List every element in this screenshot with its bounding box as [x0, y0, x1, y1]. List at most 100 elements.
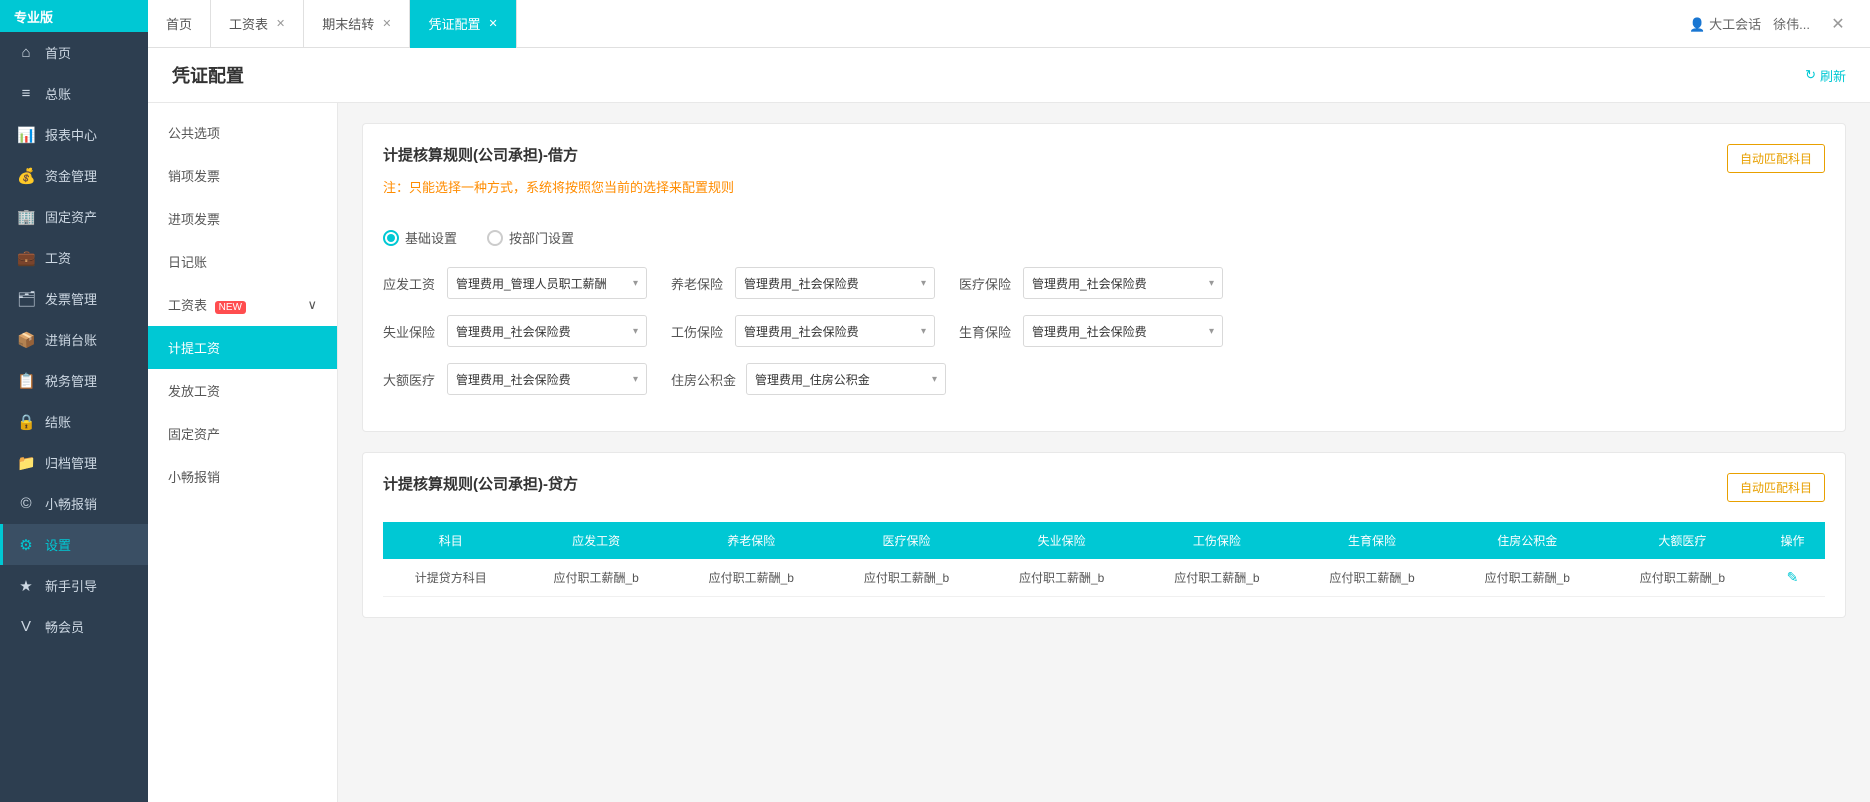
table-row: 计提贷方科目 应付职工薪酬_b 应付职工薪酬_b 应付职工薪酬_b 应付职工薪酬… [383, 559, 1825, 597]
tab-home[interactable]: 首页 [148, 0, 211, 48]
label-pension: 养老保险 [671, 274, 725, 293]
sidebar-item-settings[interactable]: ⚙ 设置 [0, 524, 148, 565]
sidebar-item-fixed-assets[interactable]: 🏢 固定资产 [0, 196, 148, 237]
select-housing-arrow: ▾ [932, 374, 937, 385]
cell-medical: 应付职工薪酬_b [829, 559, 984, 597]
sidebar-item-archive[interactable]: 📁 归档管理 [0, 442, 148, 483]
select-medical-value: 管理费用_社会保险费 [1032, 275, 1147, 292]
left-nav-item-fixed-assets-nav[interactable]: 固定资产 [148, 412, 337, 455]
left-nav-item-journal[interactable]: 日记账 [148, 240, 337, 283]
select-injury[interactable]: 管理费用_社会保险费 ▾ [735, 315, 935, 347]
select-large-medical[interactable]: 管理费用_社会保险费 ▾ [447, 363, 647, 395]
radio-by-dept-label: 按部门设置 [509, 228, 574, 247]
tab-period-closing-label: 期末结转 [322, 14, 374, 33]
left-nav-item-pay-salary[interactable]: 发放工资 [148, 369, 337, 412]
sidebar-item-guide[interactable]: ★ 新手引导 [0, 565, 148, 606]
sidebar-item-invoice-mgmt[interactable]: 🗂 发票管理 [0, 278, 148, 319]
refresh-button[interactable]: ↻ 刷新 [1805, 66, 1846, 85]
cell-action[interactable]: ✎ [1760, 559, 1825, 597]
label-unemployment: 失业保险 [383, 322, 437, 341]
sidebar-header: 专业版 [0, 0, 148, 32]
debit-section-title-area: 计提核算规则(公司承担)-借方 注：只能选择一种方式，系统将按照您当前的选择来配… [383, 144, 734, 212]
table-header-row: 科目 应发工资 养老保险 医疗保险 失业保险 工伤保险 生育保险 住房公积金 大… [383, 522, 1825, 559]
left-nav-item-salary-table[interactable]: 工资表 NEW ∨ [148, 283, 337, 326]
field-unemployment: 失业保险 管理费用_社会保险费 ▾ [383, 315, 647, 347]
cell-large-medical: 应付职工薪酬_b [1605, 559, 1760, 597]
sidebar: 专业版 ⌂ 首页 ≡ 总账 📊 报表中心 💰 资金管理 🏢 固定资产 💼 工资 … [0, 0, 148, 802]
tab-voucher-config-close[interactable]: ✕ [489, 17, 498, 30]
left-nav-item-debit-invoice[interactable]: 进项发票 [148, 197, 337, 240]
left-nav: 公共选项 销项发票 进项发票 日记账 工资表 NEW ∨ [148, 103, 338, 802]
edition-label: 专业版 [14, 7, 53, 26]
sidebar-item-closing[interactable]: 🔒 结账 [0, 401, 148, 442]
debit-form-row-3: 大额医疗 管理费用_社会保险费 ▾ 住房公积金 管理费用_住房公积金 ▾ [383, 363, 1825, 395]
select-maternity[interactable]: 管理费用_社会保险费 ▾ [1023, 315, 1223, 347]
select-salary[interactable]: 管理费用_管理人员职工薪酬 ▾ [447, 267, 647, 299]
tab-period-closing-close[interactable]: ✕ [382, 17, 391, 30]
sidebar-item-report-center[interactable]: 📊 报表中心 [0, 114, 148, 155]
radio-basic-label: 基础设置 [405, 228, 457, 247]
select-housing[interactable]: 管理费用_住房公积金 ▾ [746, 363, 946, 395]
refresh-label: 刷新 [1820, 66, 1846, 85]
debit-section: 计提核算规则(公司承担)-借方 注：只能选择一种方式，系统将按照您当前的选择来配… [362, 123, 1846, 432]
select-pension[interactable]: 管理费用_社会保险费 ▾ [735, 267, 935, 299]
label-injury: 工伤保险 [671, 322, 725, 341]
sidebar-label-report-center: 报表中心 [45, 125, 97, 144]
home-icon: ⌂ [17, 44, 35, 61]
sidebar-label-home: 首页 [45, 43, 71, 62]
radio-by-dept[interactable]: 按部门设置 [487, 228, 574, 247]
left-nav-item-petty-cash[interactable]: 小畅报销 [148, 455, 337, 498]
new-badge: NEW [215, 301, 246, 314]
debit-auto-match-button[interactable]: 自动匹配科目 [1727, 144, 1825, 173]
sidebar-item-vip[interactable]: V 畅会员 [0, 606, 148, 647]
left-nav-item-accrual-salary[interactable]: 计提工资 [148, 326, 337, 369]
select-pension-arrow: ▾ [921, 278, 926, 289]
sidebar-item-home[interactable]: ⌂ 首页 [0, 32, 148, 73]
radio-basic[interactable]: 基础设置 [383, 228, 457, 247]
select-unemployment-arrow: ▾ [633, 326, 638, 337]
edit-icon[interactable]: ✎ [1787, 569, 1799, 585]
sidebar-item-tax-mgmt[interactable]: 📋 税务管理 [0, 360, 148, 401]
tab-salary-table[interactable]: 工资表 ✕ [211, 0, 304, 48]
sidebar-label-xiaochangbaoxiao: 小畅报销 [45, 494, 97, 513]
debit-section-note: 注：只能选择一种方式，系统将按照您当前的选择来配置规则 [383, 177, 734, 196]
select-large-medical-value: 管理费用_社会保险费 [456, 371, 571, 388]
tab-salary-table-close[interactable]: ✕ [276, 17, 285, 30]
capital-icon: 💰 [17, 167, 35, 185]
select-injury-value: 管理费用_社会保险费 [744, 323, 859, 340]
sidebar-item-capital[interactable]: 💰 资金管理 [0, 155, 148, 196]
salary-icon: 💼 [17, 249, 35, 267]
sidebar-label-general-ledger: 总账 [45, 84, 71, 103]
select-salary-value: 管理费用_管理人员职工薪酬 [456, 275, 607, 292]
sidebar-item-xiaochangbaoxiao[interactable]: © 小畅报销 [0, 483, 148, 524]
field-medical: 医疗保险 管理费用_社会保险费 ▾ [959, 267, 1223, 299]
select-unemployment-value: 管理费用_社会保险费 [456, 323, 571, 340]
window-close-button[interactable]: ✕ [1822, 8, 1854, 40]
refresh-icon: ↻ [1805, 67, 1816, 83]
tab-voucher-config[interactable]: 凭证配置 ✕ [410, 0, 516, 48]
tab-period-closing[interactable]: 期末结转 ✕ [304, 0, 410, 48]
tax-icon: 📋 [17, 372, 35, 390]
select-unemployment[interactable]: 管理费用_社会保险费 ▾ [447, 315, 647, 347]
left-nav-item-credit-invoice[interactable]: 销项发票 [148, 154, 337, 197]
col-subject: 科目 [383, 522, 519, 559]
cell-subject: 计提贷方科目 [383, 559, 519, 597]
settings-icon: ⚙ [17, 536, 35, 554]
sidebar-item-salary[interactable]: 💼 工资 [0, 237, 148, 278]
user-name: 徐伟... [1773, 14, 1810, 33]
left-nav-item-public-options[interactable]: 公共选项 [148, 111, 337, 154]
chevron-down-icon: ∨ [307, 297, 317, 313]
select-medical[interactable]: 管理费用_社会保险费 ▾ [1023, 267, 1223, 299]
sidebar-item-general-ledger[interactable]: ≡ 总账 [0, 73, 148, 114]
left-nav-label-pay-salary: 发放工资 [168, 381, 220, 400]
select-pension-value: 管理费用_社会保险费 [744, 275, 859, 292]
sidebar-item-purchase-sales[interactable]: 📦 进销台账 [0, 319, 148, 360]
label-maternity: 生育保险 [959, 322, 1013, 341]
left-nav-label-accrual-salary: 计提工资 [168, 338, 220, 357]
left-nav-label-public-options: 公共选项 [168, 123, 220, 142]
right-content: 计提核算规则(公司承担)-借方 注：只能选择一种方式，系统将按照您当前的选择来配… [338, 103, 1870, 802]
field-pension: 养老保险 管理费用_社会保险费 ▾ [671, 267, 935, 299]
label-medical: 医疗保险 [959, 274, 1013, 293]
credit-auto-match-button[interactable]: 自动匹配科目 [1727, 473, 1825, 502]
page-content: 凭证配置 ↻ 刷新 公共选项 销项发票 进项发票 日记账 [148, 48, 1870, 802]
